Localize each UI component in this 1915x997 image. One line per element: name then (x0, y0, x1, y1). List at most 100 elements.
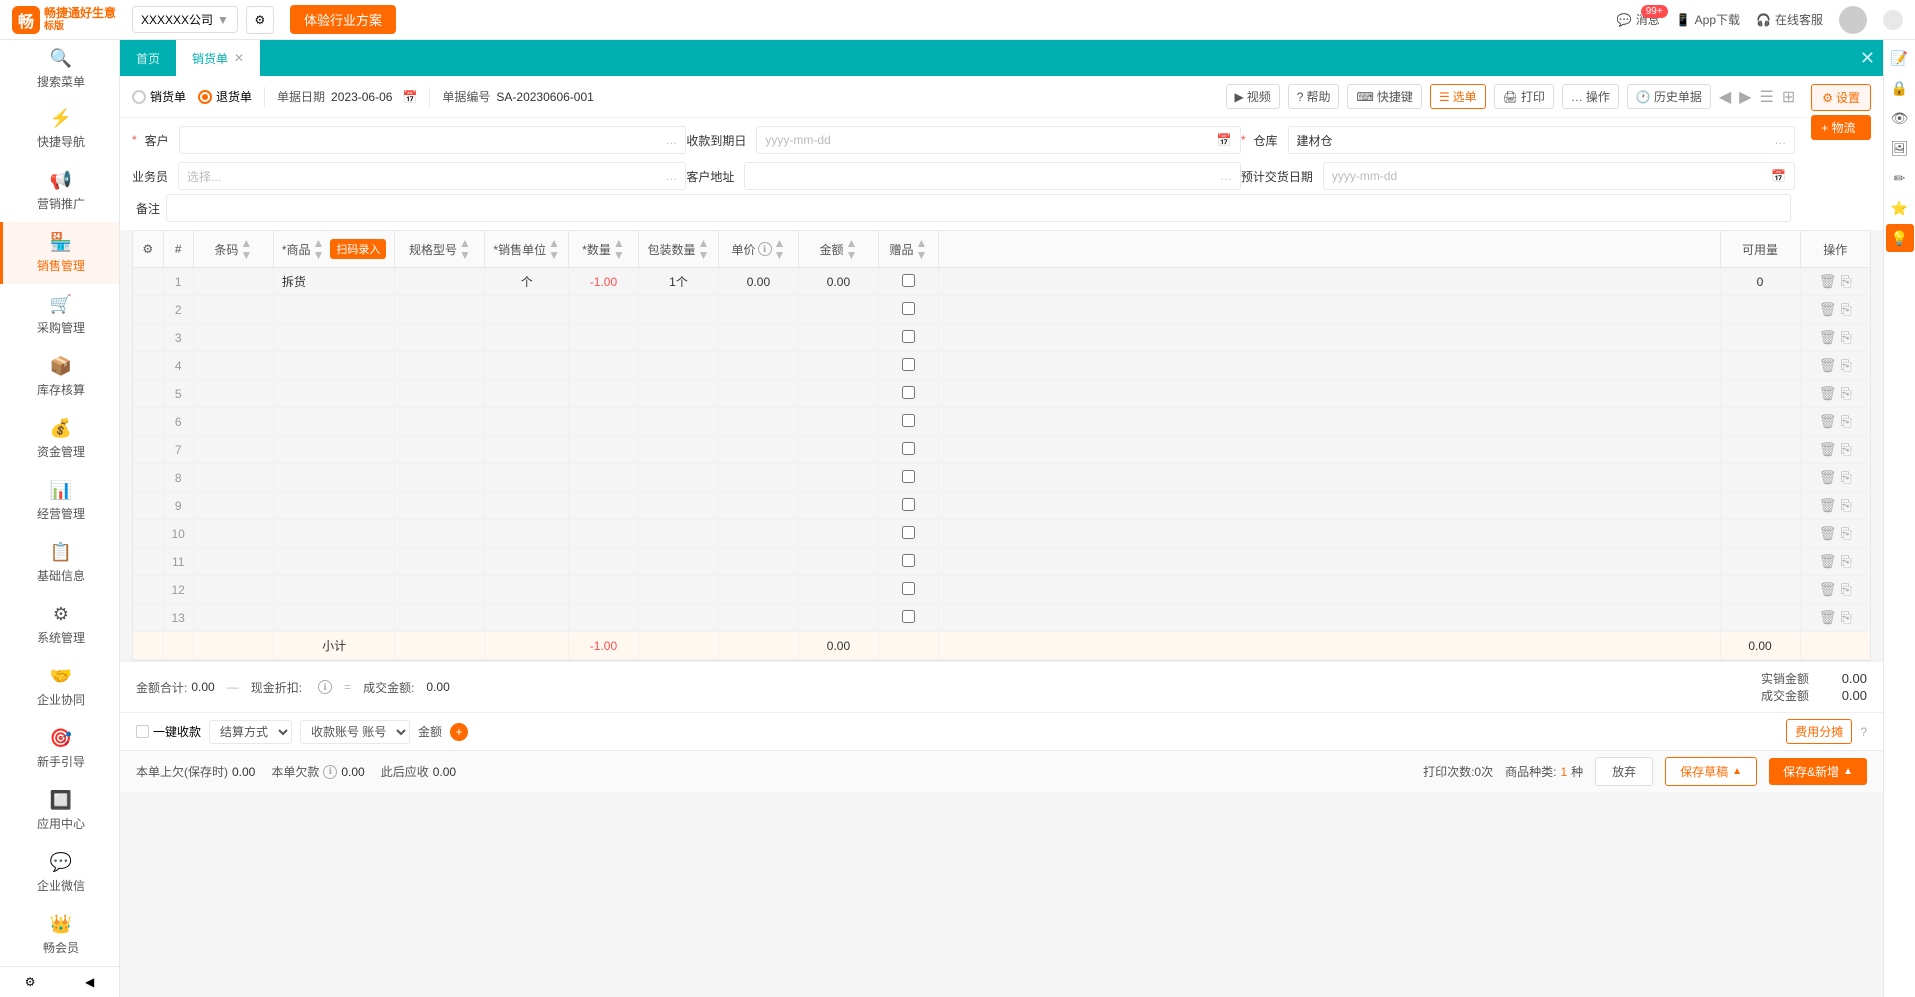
online-service-btn[interactable]: 🎧 在线客服 (1756, 11, 1823, 28)
th-price[interactable]: 单价 ℹ▲▼ (718, 231, 798, 268)
cell-unit-12[interactable] (485, 604, 569, 632)
delete-row-icon-12[interactable]: 🗑 (1819, 609, 1837, 626)
rp-active-btn[interactable]: 💡 (1886, 224, 1914, 252)
cell-spec-6[interactable] (395, 436, 485, 464)
prev-page-icon[interactable]: ◀ (1719, 87, 1731, 107)
radio-sale[interactable]: 销货单 (132, 88, 186, 105)
expense-split-btn[interactable]: 费用分摊 (1786, 719, 1852, 744)
tab-home[interactable]: 首页 (120, 40, 176, 76)
cell-pkg-8[interactable] (638, 492, 718, 520)
app-download-btn[interactable]: 📱 App下载 (1676, 11, 1740, 28)
cell-gift-9[interactable] (878, 520, 938, 548)
rp-star-btn[interactable]: ⭐ (1886, 194, 1914, 222)
cell-qty-5[interactable] (568, 408, 638, 436)
video-btn[interactable]: ▶ 视频 (1226, 84, 1280, 109)
cell-pkg-11[interactable] (638, 576, 718, 604)
payment-account-select[interactable]: 收款账号 账号 (300, 720, 410, 744)
cell-amount-7[interactable] (798, 464, 878, 492)
delete-row-icon-2[interactable]: 🗑 (1819, 329, 1837, 346)
cell-qty-10[interactable] (568, 548, 638, 576)
cell-qty-4[interactable] (568, 380, 638, 408)
cell-product-0[interactable]: 拆货 (273, 268, 395, 296)
sidebar-collapse-icon[interactable]: ◀ (85, 975, 94, 989)
cell-spec-9[interactable] (395, 520, 485, 548)
cell-unit-6[interactable] (485, 436, 569, 464)
cell-gift-6[interactable] (878, 436, 938, 464)
copy-row-icon-6[interactable]: ⎘ (1841, 441, 1852, 458)
cell-amount-5[interactable] (798, 408, 878, 436)
cell-product-3[interactable] (273, 352, 395, 380)
cell-spec-12[interactable] (395, 604, 485, 632)
cell-price-5[interactable] (718, 408, 798, 436)
copy-row-icon-8[interactable]: ⎘ (1841, 497, 1852, 514)
cell-barcode-3[interactable] (193, 352, 273, 380)
rp-note-btn[interactable]: 📝 (1886, 44, 1914, 72)
cell-qty-6[interactable] (568, 436, 638, 464)
copy-row-icon-12[interactable]: ⎘ (1841, 609, 1852, 626)
cell-unit-4[interactable] (485, 380, 569, 408)
warehouse-input[interactable]: 建材仓 … (1288, 126, 1796, 154)
cell-amount-12[interactable] (798, 604, 878, 632)
cell-spec-5[interactable] (395, 408, 485, 436)
setting-button[interactable]: ⚙ 设置 (1811, 84, 1871, 111)
cell-product-8[interactable] (273, 492, 395, 520)
cell-barcode-10[interactable] (193, 548, 273, 576)
cell-pkg-9[interactable] (638, 520, 718, 548)
help-btn[interactable]: ? 帮助 (1288, 84, 1340, 109)
calendar-icon[interactable]: 📅 (402, 90, 417, 104)
expected-date-input[interactable]: yyyy-mm-dd 📅 (1323, 162, 1795, 190)
sidebar-item-app-center[interactable]: 🔲 应用中心 (0, 780, 119, 842)
cell-barcode-12[interactable] (193, 604, 273, 632)
cell-pkg-3[interactable] (638, 352, 718, 380)
cell-qty-8[interactable] (568, 492, 638, 520)
th-amount[interactable]: 金额▲▼ (798, 231, 878, 268)
cell-barcode-0[interactable] (193, 268, 273, 296)
cell-spec-4[interactable] (395, 380, 485, 408)
view-list-icon[interactable]: ☰ (1759, 87, 1773, 107)
sidebar-item-member[interactable]: 👑 畅会员 (0, 904, 119, 966)
cell-qty-2[interactable] (568, 324, 638, 352)
add-payment-btn[interactable]: + (450, 723, 468, 741)
due-date-input[interactable]: yyyy-mm-dd 📅 (756, 126, 1240, 154)
cell-barcode-11[interactable] (193, 576, 273, 604)
cell-amount-11[interactable] (798, 576, 878, 604)
sidebar-item-base[interactable]: 📋 基础信息 (0, 532, 119, 594)
delete-row-icon-11[interactable]: 🗑 (1819, 581, 1837, 598)
cell-price-9[interactable] (718, 520, 798, 548)
cell-amount-9[interactable] (798, 520, 878, 548)
sidebar-item-marketing[interactable]: 📢 营销推广 (0, 160, 119, 222)
cell-pkg-10[interactable] (638, 548, 718, 576)
cell-pkg-7[interactable] (638, 464, 718, 492)
delete-row-icon-8[interactable]: 🗑 (1819, 497, 1837, 514)
cell-amount-3[interactable] (798, 352, 878, 380)
delete-row-icon-3[interactable]: 🗑 (1819, 357, 1837, 374)
cell-amount-1[interactable] (798, 296, 878, 324)
rp-lock-btn[interactable]: 🔒 (1886, 74, 1914, 102)
copy-row-icon-9[interactable]: ⎘ (1841, 525, 1852, 542)
payment-method-select[interactable]: 结算方式 (209, 720, 292, 744)
th-barcode[interactable]: 条码▲▼ (193, 231, 273, 268)
view-grid-icon[interactable]: ⊞ (1782, 87, 1795, 107)
delete-row-icon-1[interactable]: 🗑 (1819, 301, 1837, 318)
cell-pkg-1[interactable] (638, 296, 718, 324)
one-click-payment[interactable]: 一键收款 (136, 723, 201, 740)
salesperson-input[interactable]: 选择... … (178, 162, 686, 190)
cell-qty-12[interactable] (568, 604, 638, 632)
tab-close-icon[interactable]: ✕ (234, 51, 244, 65)
cell-barcode-4[interactable] (193, 380, 273, 408)
cell-price-3[interactable] (718, 352, 798, 380)
cell-gift-1[interactable] (878, 296, 938, 324)
cell-price-1[interactable] (718, 296, 798, 324)
th-setting[interactable]: ⚙ (133, 231, 163, 268)
delete-row-icon-9[interactable]: 🗑 (1819, 525, 1837, 542)
cell-price-2[interactable] (718, 324, 798, 352)
cell-unit-1[interactable] (485, 296, 569, 324)
cell-price-8[interactable] (718, 492, 798, 520)
cell-pkg-6[interactable] (638, 436, 718, 464)
cell-amount-4[interactable] (798, 380, 878, 408)
cell-price-7[interactable] (718, 464, 798, 492)
cell-gift-4[interactable] (878, 380, 938, 408)
cell-product-10[interactable] (273, 548, 395, 576)
cell-spec-11[interactable] (395, 576, 485, 604)
cell-product-5[interactable] (273, 408, 395, 436)
